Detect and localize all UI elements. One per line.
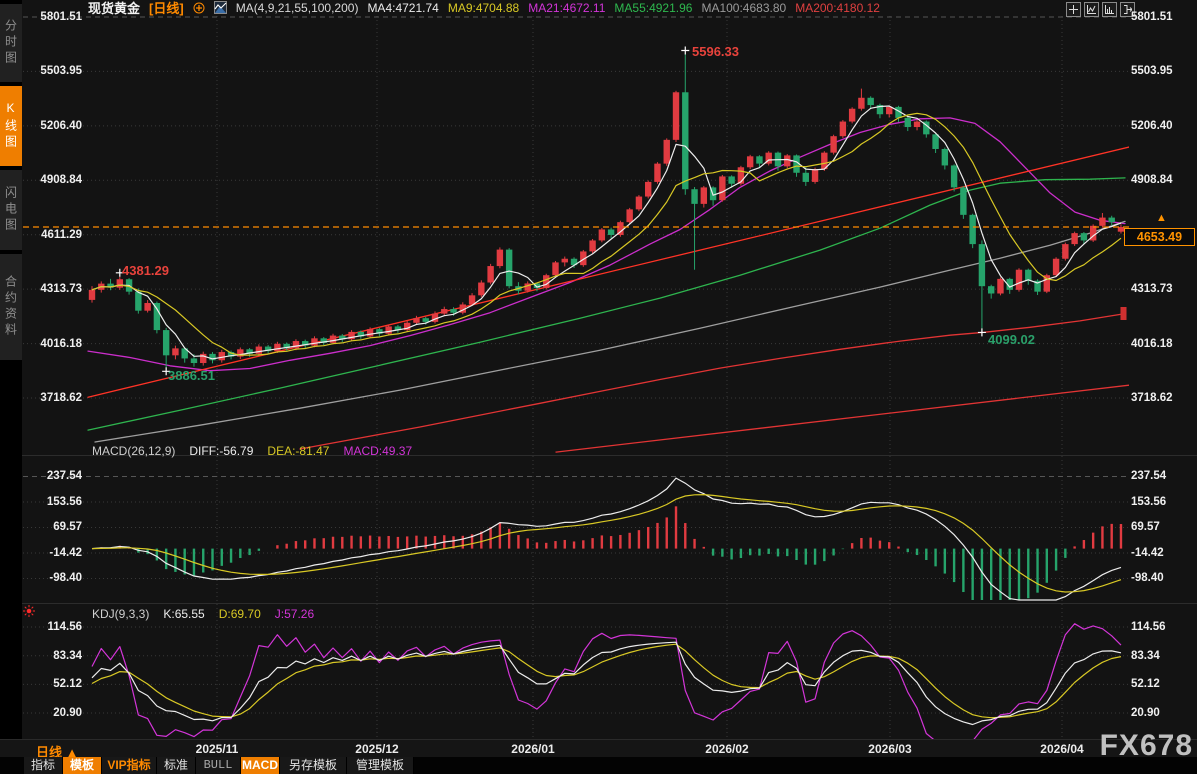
toolbar-tab-bull[interactable]: BULL xyxy=(196,757,241,774)
period-tag: [日线] xyxy=(149,0,184,17)
kdj-axis-label: 52.12 xyxy=(26,678,82,690)
sidebar-tab-contract-info[interactable]: 合约资料 xyxy=(0,254,22,360)
toolbar-tab-indicators[interactable]: 指标 xyxy=(24,757,63,774)
kdj-axis-label: 52.12 xyxy=(1131,678,1191,690)
macd-axis-label: -98.40 xyxy=(26,572,82,584)
timeline-bar: 日线 ▲ 2025/11 2025/12 2026/01 2026/02 202… xyxy=(0,739,1197,758)
price-axis-label: 5801.51 xyxy=(1131,11,1191,23)
toolbar-tab-manage-template[interactable]: 管理模板 xyxy=(347,757,414,774)
price-axis-label: 3718.62 xyxy=(1131,392,1191,404)
price-axis-label: 5801.51 xyxy=(26,11,82,23)
kdj-d-value: D:69.70 xyxy=(219,607,261,621)
crosshair-icon[interactable] xyxy=(1066,2,1081,17)
macd-axis-label: 153.56 xyxy=(26,496,82,508)
symbol-name: 现货黄金 xyxy=(88,0,140,17)
toolbar-tab-templates[interactable]: 模板 xyxy=(63,757,102,774)
kdj-axis-label: 83.34 xyxy=(1131,650,1191,662)
price-axis-label: 4313.73 xyxy=(1131,283,1191,295)
kdj-axis-label: 114.56 xyxy=(1131,621,1191,633)
price-axis-label: 4313.73 xyxy=(26,283,82,295)
price-axis-label: 3718.62 xyxy=(26,392,82,404)
site-watermark: FX678 xyxy=(1068,729,1193,763)
ma21-value: MA21:4672.11 xyxy=(528,1,605,15)
kdj-params-label: KDJ(9,3,3) xyxy=(92,607,149,621)
kdj-header: KDJ(9,3,3) K:65.55 D:69.70 J:57.26 xyxy=(92,607,314,621)
price-axis-label: 5206.40 xyxy=(26,120,82,132)
toolbar-tab-save-template[interactable]: 另存模板 xyxy=(280,757,347,774)
ma100-value: MA100:4683.80 xyxy=(701,1,786,15)
chart-legend-bar: 现货黄金 [日线] MA(4,9,21,55,100,200) MA4:4721… xyxy=(88,0,880,15)
macd-axis-label: -14.42 xyxy=(26,547,82,559)
bar-chart-icon[interactable] xyxy=(1102,2,1117,17)
price-axis-label: 4908.84 xyxy=(1131,174,1191,186)
date-label: 2026/01 xyxy=(511,742,554,756)
kdj-k-value: K:65.55 xyxy=(163,607,204,621)
chart-tool-icons xyxy=(1066,2,1135,17)
macd-axis-label: -14.42 xyxy=(1131,547,1191,559)
indicator-alert-icon[interactable] xyxy=(23,605,35,617)
price-axis-label: 4611.29 xyxy=(26,229,82,241)
price-axis-label: 5503.95 xyxy=(1131,65,1191,77)
add-indicator-icon[interactable] xyxy=(193,2,205,14)
macd-axis-label: -98.40 xyxy=(1131,572,1191,584)
kdj-axis-label: 83.34 xyxy=(26,650,82,662)
sidebar-tab-timechart[interactable]: 分时图 xyxy=(0,4,22,82)
ma200-value: MA200:4180.12 xyxy=(795,1,880,15)
candlestick-chart-canvas[interactable] xyxy=(0,0,1197,774)
sidebar-tab-lightning[interactable]: 闪电图 xyxy=(0,170,22,250)
indicator-toolbar: 指标 模板 VIP指标 标准 BULL MACD 另存模板 管理模板 xyxy=(0,757,1197,774)
macd-axis-label: 237.54 xyxy=(26,470,82,482)
price-axis-label: 4016.18 xyxy=(1131,338,1191,350)
high-annotation: 4381.29 xyxy=(122,263,169,278)
toolbar-tab-standard[interactable]: 标准 xyxy=(157,757,196,774)
macd-axis-label: 69.57 xyxy=(1131,521,1191,533)
low-annotation: 4099.02 xyxy=(988,332,1035,347)
price-axis-label: 4016.18 xyxy=(26,338,82,350)
macd-dea-value: DEA:-81.47 xyxy=(267,444,329,458)
date-label: 2026/02 xyxy=(705,742,748,756)
toolbar-tab-macd[interactable]: MACD xyxy=(241,757,280,774)
ma55-value: MA55:4921.96 xyxy=(614,1,692,15)
toolbar-tab-vip-indicators[interactable]: VIP指标 xyxy=(102,757,157,774)
low-annotation: 3886.51 xyxy=(168,368,215,383)
price-axis-label: 5503.95 xyxy=(26,65,82,77)
date-label: 2026/03 xyxy=(868,742,911,756)
ma-params-label: MA(4,9,21,55,100,200) xyxy=(236,1,359,15)
macd-diff-value: DIFF:-56.79 xyxy=(189,444,253,458)
kdj-axis-label: 114.56 xyxy=(26,621,82,633)
line-chart-icon[interactable] xyxy=(1084,2,1099,17)
date-label: 2025/11 xyxy=(196,742,239,756)
macd-axis-label: 69.57 xyxy=(26,521,82,533)
price-direction-arrow: ▲ xyxy=(1156,213,1167,224)
kdj-axis-label: 20.90 xyxy=(1131,707,1191,719)
macd-header: MACD(26,12,9) DIFF:-56.79 DEA:-81.47 MAC… xyxy=(92,444,412,458)
macd-axis-label: 153.56 xyxy=(1131,496,1191,508)
date-label: 2025/12 xyxy=(355,742,398,756)
chart-type-sidebar: 分时图 K线图 闪电图 合约资料 xyxy=(0,0,22,774)
kdj-j-value: J:57.26 xyxy=(275,607,314,621)
macd-axis-label: 237.54 xyxy=(1131,470,1191,482)
ma9-value: MA9:4704.88 xyxy=(448,1,519,15)
price-axis-label: 5206.40 xyxy=(1131,120,1191,132)
trading-chart-app: 分时图 K线图 闪电图 合约资料 现货黄金 [日线] MA(4,9,21,55,… xyxy=(0,0,1197,774)
high-annotation: 5596.33 xyxy=(692,44,739,59)
sidebar-tab-kline[interactable]: K线图 xyxy=(0,86,22,166)
price-axis-label: 4908.84 xyxy=(26,174,82,186)
macd-params-label: MACD(26,12,9) xyxy=(92,444,175,458)
ma4-value: MA4:4721.74 xyxy=(367,1,438,15)
kdj-axis-label: 20.90 xyxy=(26,707,82,719)
ma-settings-icon[interactable] xyxy=(214,1,227,14)
macd-macd-value: MACD:49.37 xyxy=(343,444,412,458)
current-price-tag: 4653.49 xyxy=(1124,228,1195,246)
